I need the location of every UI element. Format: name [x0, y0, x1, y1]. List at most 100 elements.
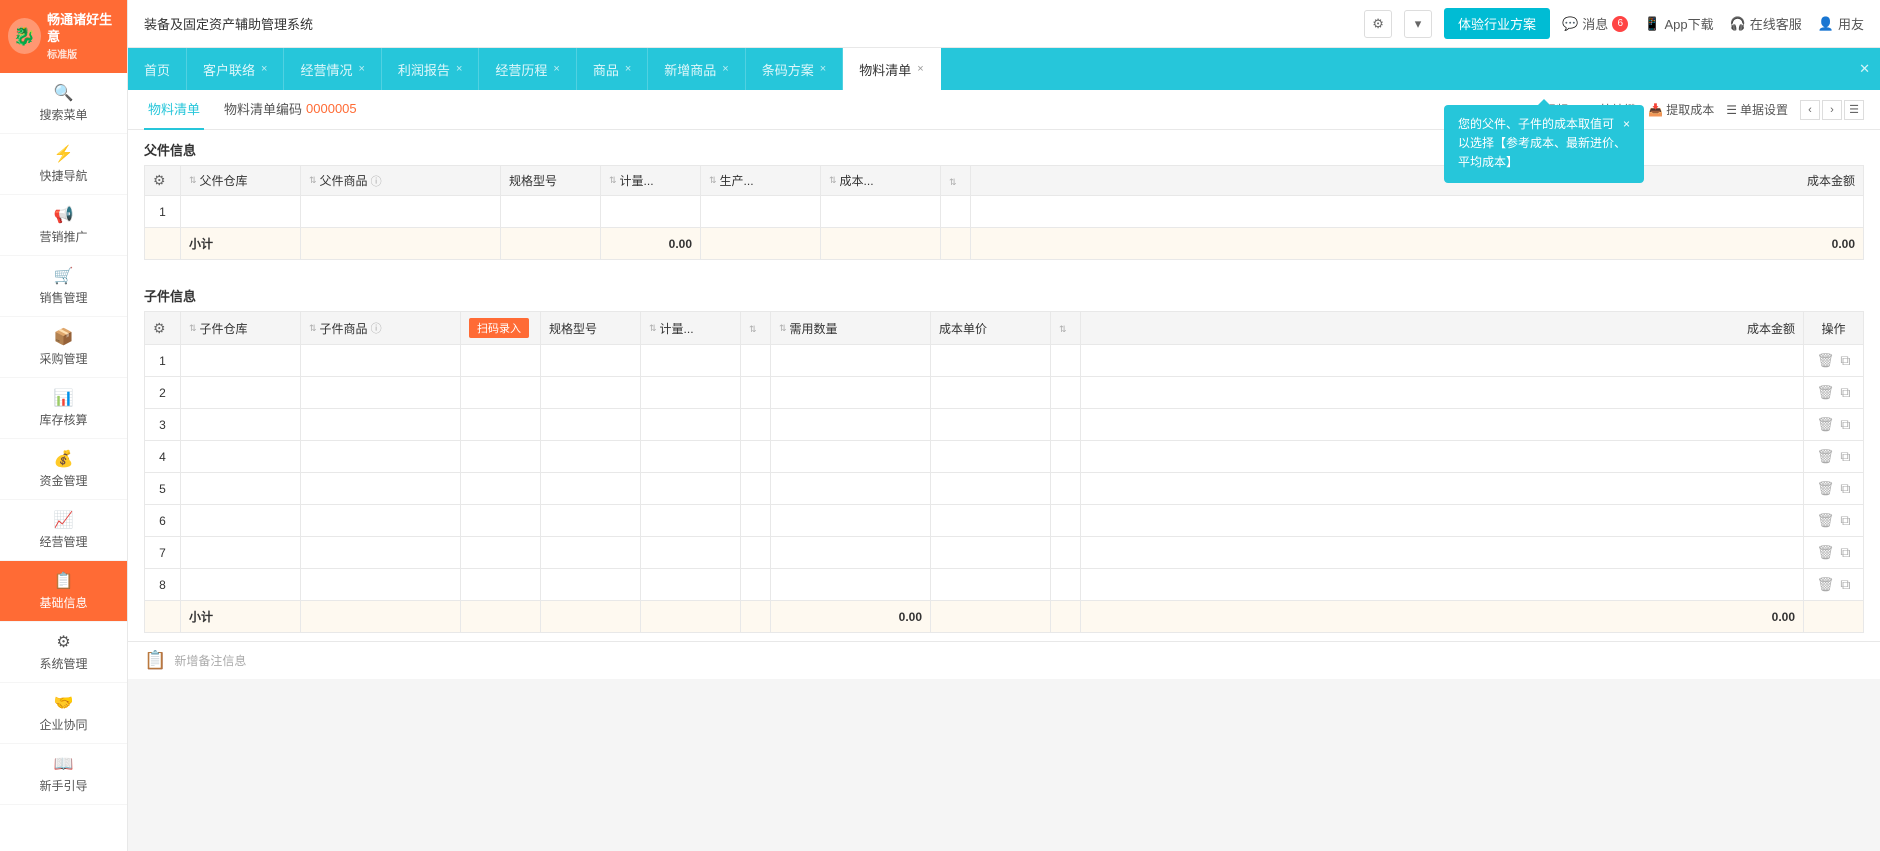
copy-icon-5[interactable]: ⧉	[1840, 480, 1850, 497]
nav-tab-0[interactable]: 首页	[128, 48, 187, 90]
child-cell-amount-1[interactable]	[1081, 345, 1804, 377]
child-cell-qty-8[interactable]	[641, 569, 741, 601]
child-cell-spec-2[interactable]	[541, 377, 641, 409]
extract-cost-action[interactable]: 📥 提取成本	[1648, 101, 1714, 118]
child-cell-unit-cost-6[interactable]	[931, 505, 1051, 537]
child-cell-product-8[interactable]	[301, 569, 461, 601]
nav-tab-close-4[interactable]: ×	[553, 63, 559, 75]
nav-tab-close-1[interactable]: ×	[261, 63, 267, 75]
child-cell-needed-qty-5[interactable]	[771, 473, 931, 505]
child-cell-product-2[interactable]	[301, 377, 461, 409]
parent-cell-product-1[interactable]	[301, 196, 501, 228]
copy-icon-8[interactable]: ⧉	[1840, 576, 1850, 593]
child-cell-amount-4[interactable]	[1081, 441, 1804, 473]
child-cell-needed-qty-7[interactable]	[771, 537, 931, 569]
nav-tab-4[interactable]: 经营历程 ×	[479, 48, 576, 90]
child-cell-spec-6[interactable]	[541, 505, 641, 537]
child-cell-product-3[interactable]	[301, 409, 461, 441]
dropdown-icon[interactable]: ▾	[1404, 10, 1432, 38]
child-cell-warehouse-2[interactable]	[181, 377, 301, 409]
child-cell-scan-3[interactable]	[461, 409, 541, 441]
delete-icon-3[interactable]: 🗑	[1817, 416, 1835, 433]
child-cell-qty-6[interactable]	[641, 505, 741, 537]
parent-settings-icon[interactable]: ⚙	[153, 172, 166, 188]
online-service-item[interactable]: 🎧 在线客服	[1730, 14, 1802, 33]
child-cell-product-4[interactable]	[301, 441, 461, 473]
child-cell-needed-qty-8[interactable]	[771, 569, 931, 601]
child-cell-unit-cost-4[interactable]	[931, 441, 1051, 473]
nav-menu[interactable]: ☰	[1844, 100, 1864, 120]
child-cell-scan-4[interactable]	[461, 441, 541, 473]
sidebar-item-operation[interactable]: 📈 经营管理	[0, 500, 127, 561]
single-settings-action[interactable]: ☰ 单据设置	[1726, 101, 1788, 118]
child-cell-needed-qty-1[interactable]	[771, 345, 931, 377]
parent-cell-amount-1[interactable]	[971, 196, 1864, 228]
sidebar-item-guide[interactable]: 📖 新手引导	[0, 744, 127, 805]
nav-tab-3[interactable]: 利润报告 ×	[382, 48, 479, 90]
child-cell-spec-3[interactable]	[541, 409, 641, 441]
child-cell-spec-7[interactable]	[541, 537, 641, 569]
nav-tab-close-6[interactable]: ×	[722, 63, 728, 75]
delete-icon-5[interactable]: 🗑	[1817, 480, 1835, 497]
child-cell-warehouse-8[interactable]	[181, 569, 301, 601]
child-cell-warehouse-6[interactable]	[181, 505, 301, 537]
user-item[interactable]: 👤 用友	[1818, 14, 1864, 33]
child-cell-qty-5[interactable]	[641, 473, 741, 505]
tooltip-close-btn[interactable]: ×	[1623, 115, 1630, 134]
child-cell-needed-qty-4[interactable]	[771, 441, 931, 473]
child-cell-qty-7[interactable]	[641, 537, 741, 569]
child-cell-product-5[interactable]	[301, 473, 461, 505]
child-cell-spec-4[interactable]	[541, 441, 641, 473]
child-cell-qty-4[interactable]	[641, 441, 741, 473]
child-cell-product-6[interactable]	[301, 505, 461, 537]
delete-icon-6[interactable]: 🗑	[1817, 512, 1835, 529]
copy-icon-6[interactable]: ⧉	[1840, 512, 1850, 529]
nav-tab-1[interactable]: 客户联络 ×	[187, 48, 284, 90]
nav-tab-7[interactable]: 条码方案 ×	[746, 48, 843, 90]
child-cell-spec-8[interactable]	[541, 569, 641, 601]
nav-tab-close-3[interactable]: ×	[456, 63, 462, 75]
sidebar-item-search[interactable]: 🔍 搜索菜单	[0, 73, 127, 134]
sidebar-item-system[interactable]: ⚙ 系统管理	[0, 622, 127, 683]
delete-icon-7[interactable]: 🗑	[1817, 544, 1835, 561]
child-cell-amount-6[interactable]	[1081, 505, 1804, 537]
child-cell-warehouse-1[interactable]	[181, 345, 301, 377]
child-cell-amount-7[interactable]	[1081, 537, 1804, 569]
sidebar-item-sales[interactable]: 🛒 销售管理	[0, 256, 127, 317]
child-cell-unit-cost-1[interactable]	[931, 345, 1051, 377]
sidebar-item-nav[interactable]: ⚡ 快捷导航	[0, 134, 127, 195]
child-cell-scan-8[interactable]	[461, 569, 541, 601]
copy-icon-2[interactable]: ⧉	[1840, 384, 1850, 401]
child-cell-unit-cost-3[interactable]	[931, 409, 1051, 441]
parent-cell-spec-1[interactable]	[501, 196, 601, 228]
child-cell-scan-7[interactable]	[461, 537, 541, 569]
app-download-item[interactable]: 📱 App下载	[1644, 14, 1713, 33]
child-cell-scan-1[interactable]	[461, 345, 541, 377]
child-cell-scan-5[interactable]	[461, 473, 541, 505]
experience-btn[interactable]: 体验行业方案	[1444, 8, 1550, 39]
copy-icon-4[interactable]: ⧉	[1840, 448, 1850, 465]
child-cell-spec-1[interactable]	[541, 345, 641, 377]
copy-icon-1[interactable]: ⧉	[1840, 352, 1850, 369]
child-cell-unit-cost-7[interactable]	[931, 537, 1051, 569]
child-cell-qty-2[interactable]	[641, 377, 741, 409]
child-cell-scan-6[interactable]	[461, 505, 541, 537]
copy-icon-7[interactable]: ⧉	[1840, 544, 1850, 561]
copy-icon-3[interactable]: ⧉	[1840, 416, 1850, 433]
nav-tab-close-5[interactable]: ×	[625, 63, 631, 75]
child-cell-amount-5[interactable]	[1081, 473, 1804, 505]
child-cell-warehouse-4[interactable]	[181, 441, 301, 473]
child-cell-amount-3[interactable]	[1081, 409, 1804, 441]
parent-cell-qty-1[interactable]	[601, 196, 701, 228]
delete-icon-4[interactable]: 🗑	[1817, 448, 1835, 465]
nav-prev[interactable]: ‹	[1800, 100, 1820, 120]
nav-next[interactable]: ›	[1822, 100, 1842, 120]
child-cell-scan-2[interactable]	[461, 377, 541, 409]
sub-tab-bill[interactable]: 物料清单	[144, 90, 204, 130]
nav-tab-6[interactable]: 新增商品 ×	[648, 48, 745, 90]
sidebar-item-inventory[interactable]: 📊 库存核算	[0, 378, 127, 439]
child-cell-amount-8[interactable]	[1081, 569, 1804, 601]
child-cell-needed-qty-6[interactable]	[771, 505, 931, 537]
child-cell-warehouse-3[interactable]	[181, 409, 301, 441]
delete-icon-1[interactable]: 🗑	[1817, 352, 1835, 369]
